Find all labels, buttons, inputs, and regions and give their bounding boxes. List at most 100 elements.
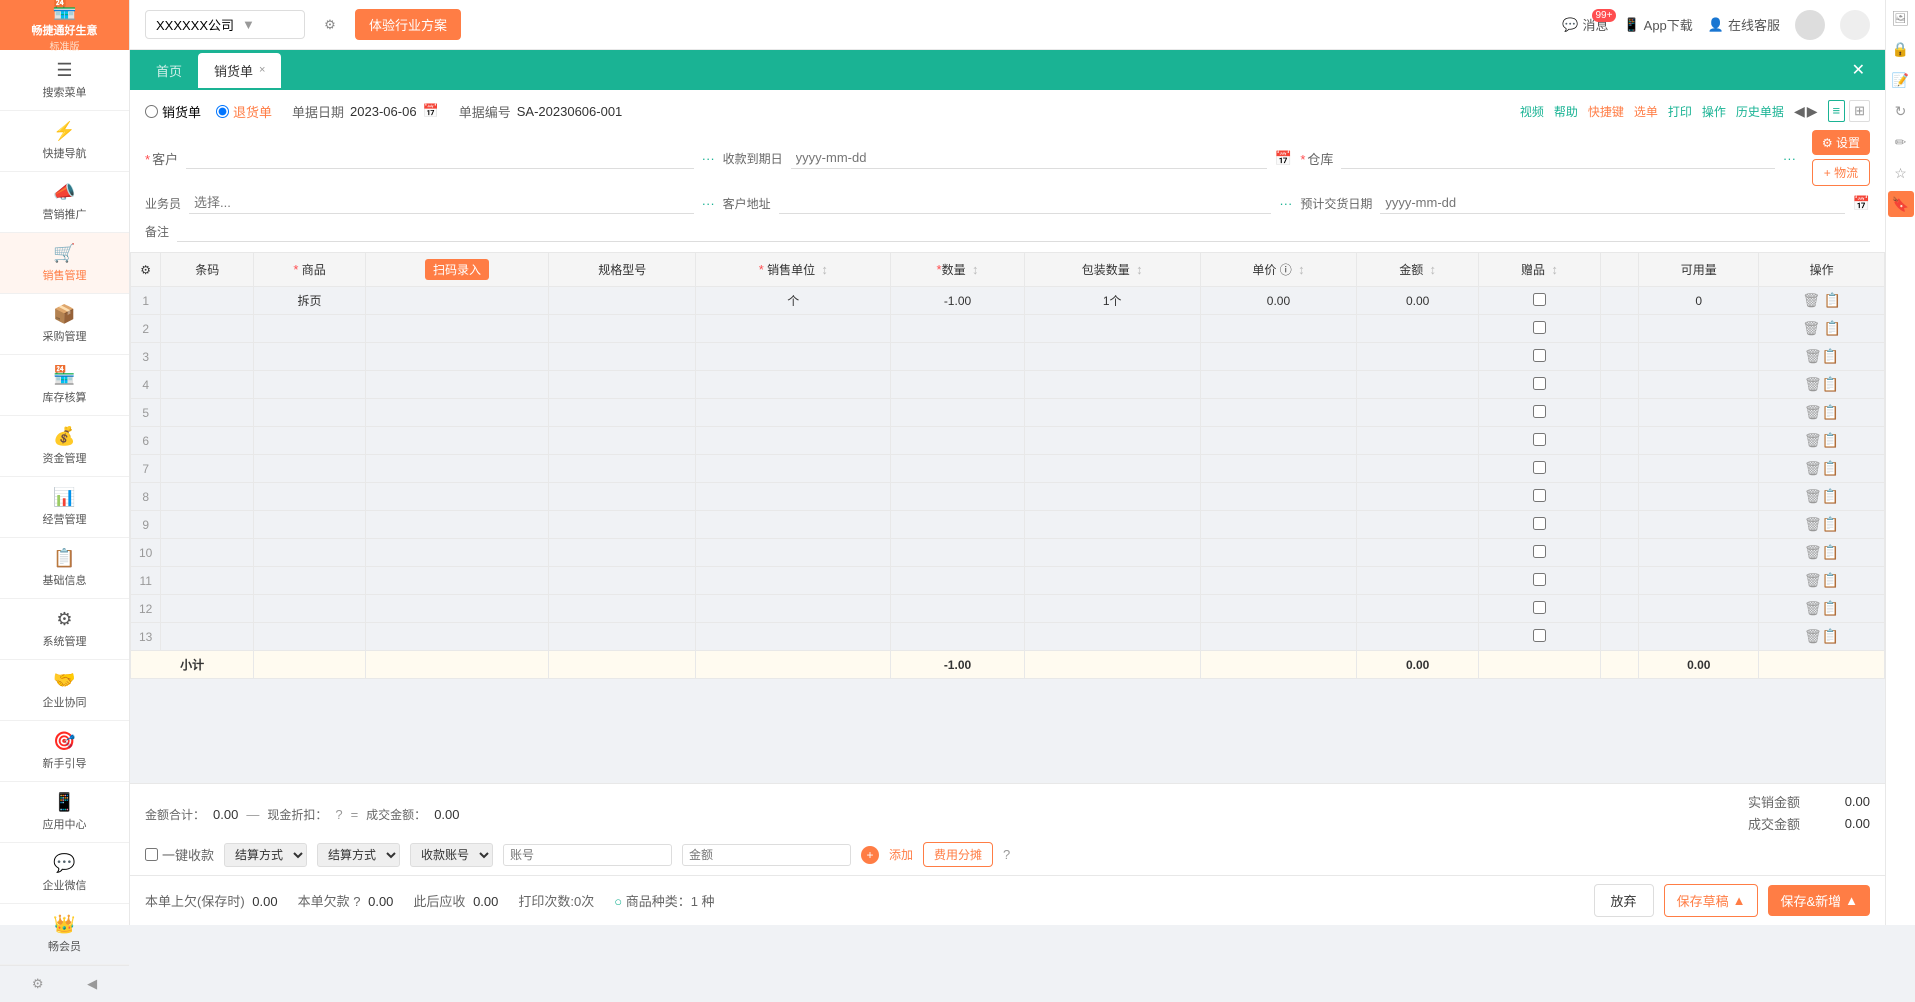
gift-checkbox-3[interactable] [1533,349,1546,362]
gift-checkbox-10[interactable] [1533,545,1546,558]
receipt-calendar-icon[interactable]: 📅 [1275,150,1292,167]
shortcut-link[interactable]: 快捷键 [1588,103,1624,120]
sidebar-item-purchase[interactable]: 📦 采购管理 [0,294,129,355]
account-select[interactable]: 收款账号 [410,843,493,867]
unit-2[interactable] [696,315,891,343]
sidebar-item-operations[interactable]: 📊 经营管理 [0,477,129,538]
add-button[interactable]: + [861,846,879,864]
save-new-button[interactable]: 保存&新增 ▲ [1768,885,1870,916]
list-view-icon[interactable]: ≡ [1828,100,1846,122]
help-link[interactable]: 帮助 [1554,103,1578,120]
question-icon-discount[interactable]: ? [335,807,342,822]
right-icon-note[interactable]: 📝 [1888,67,1914,93]
col-settings[interactable]: ⚙ [131,253,161,287]
delete-icon-1[interactable]: 🗑 [1802,292,1820,308]
radio-sale[interactable]: 销货单 [145,102,201,121]
amount-2[interactable] [1357,315,1479,343]
sidebar-item-guide[interactable]: 🎯 新手引导 [0,721,129,782]
tab-sale-label[interactable]: 销货单 [214,61,253,80]
sidebar-item-wechat[interactable]: 💬 企业微信 [0,843,129,904]
settings-footer-icon[interactable]: ⚙ [32,976,44,992]
account-input[interactable] [503,844,672,866]
copy-icon-5[interactable]: 📋 [1822,404,1839,420]
gift-checkbox-2[interactable] [1533,321,1546,334]
sidebar-item-basics[interactable]: 📋 基础信息 [0,538,129,599]
right-icon-edit[interactable]: ✏ [1888,129,1914,155]
tab-home[interactable]: 首页 [140,53,198,88]
gift-checkbox-8[interactable] [1533,489,1546,502]
customer-input[interactable] [186,147,694,169]
right-icon-refresh[interactable]: ↻ [1888,98,1914,124]
warehouse-input[interactable]: 建材仓 [1341,147,1775,169]
experience-button[interactable]: 体验行业方案 [355,9,461,40]
prev-arrow[interactable]: ◀ [1794,103,1805,120]
delete-icon-4[interactable]: 🗑 [1804,376,1822,392]
copy-icon-9[interactable]: 📋 [1822,516,1839,532]
right-icon-star[interactable]: ☆ [1888,160,1914,186]
calendar-icon[interactable]: 📅 [423,103,439,119]
sidebar-item-quicknav[interactable]: ⚡ 快捷导航 [0,111,129,172]
one-click-pay-input[interactable] [145,848,158,861]
barcode-2[interactable] [161,315,254,343]
right-icon-lock[interactable]: 🔒 [1888,36,1914,62]
company-selector[interactable]: XXXXXX公司 ▼ [145,10,305,39]
product-type-circle[interactable]: ○ [614,894,622,909]
copy-icon-3[interactable]: 📋 [1822,348,1839,364]
delete-icon-10[interactable]: 🗑 [1804,544,1822,560]
sidebar-item-member[interactable]: 👑 畅会员 [0,904,129,965]
salesperson-dots[interactable]: ··· [702,196,715,211]
online-service-button[interactable]: 👤 在线客服 [1708,15,1780,34]
copy-icon-1[interactable]: 📋 [1823,292,1840,308]
qty-2[interactable] [891,315,1024,343]
spec-1[interactable] [549,287,696,315]
one-click-pay-checkbox[interactable]: 一键收款 [145,845,214,864]
sidebar-item-sales[interactable]: 🛒 销售管理 [0,233,129,294]
col-scan[interactable]: 扫码录入 [365,253,548,287]
tab-close-icon[interactable]: × [259,64,265,76]
sidebar-item-inventory[interactable]: 🏪 库存核算 [0,355,129,416]
notes-input[interactable] [177,220,1870,242]
operate-link[interactable]: 操作 [1702,103,1726,120]
settings-gear-button[interactable]: ⚙ [315,10,345,40]
copy-icon-8[interactable]: 📋 [1822,488,1839,504]
delivery-date-input[interactable] [1380,192,1844,214]
gift-checkbox-12[interactable] [1533,601,1546,614]
radio-return[interactable]: 退货单 [216,102,272,121]
message-button[interactable]: 💬 消息 99+ [1562,15,1608,34]
gift-checkbox-13[interactable] [1533,629,1546,642]
gift-checkbox-11[interactable] [1533,573,1546,586]
gift-1[interactable] [1479,287,1601,315]
gift-checkbox-9[interactable] [1533,517,1546,530]
address-dots[interactable]: ··· [1279,196,1292,211]
delete-icon-5[interactable]: 🗑 [1804,404,1822,420]
scan-button[interactable]: 扫码录入 [425,259,489,280]
amount-input[interactable] [682,844,851,866]
customer-address-input[interactable] [779,192,1272,214]
radio-sale-input[interactable] [145,105,158,118]
delete-icon-6[interactable]: 🗑 [1804,432,1822,448]
expense-button[interactable]: 费用分摊 [923,842,993,867]
spec-2[interactable] [549,315,696,343]
customer-dots[interactable]: ··· [702,151,715,166]
copy-icon-13[interactable]: 📋 [1822,628,1839,644]
history-link[interactable]: 历史单据 [1736,103,1784,120]
gift-checkbox-5[interactable] [1533,405,1546,418]
delete-icon-2[interactable]: 🗑 [1802,320,1820,336]
right-icon-image[interactable]: 🖼 [1888,5,1914,31]
delete-icon-8[interactable]: 🗑 [1804,488,1822,504]
copy-icon-6[interactable]: 📋 [1822,432,1839,448]
sidebar-item-system[interactable]: ⚙ 系统管理 [0,599,129,660]
collapse-icon[interactable]: ◀ [87,976,97,992]
question-icon-expense[interactable]: ? [1003,847,1010,862]
next-arrow[interactable]: ▶ [1807,103,1818,120]
gift-2[interactable] [1479,315,1601,343]
app-download-button[interactable]: 📱 App下载 [1623,15,1692,34]
product-2[interactable] [254,315,366,343]
warehouse-dots[interactable]: ··· [1783,151,1796,166]
copy-icon-4[interactable]: 📋 [1822,376,1839,392]
grid-view-icon[interactable]: ⊞ [1849,100,1870,122]
delete-icon-7[interactable]: 🗑 [1804,460,1822,476]
sidebar-item-search[interactable]: ☰ 搜索菜单 [0,50,129,111]
user-avatar-2[interactable] [1840,10,1870,40]
delete-icon-13[interactable]: 🗑 [1804,628,1822,644]
